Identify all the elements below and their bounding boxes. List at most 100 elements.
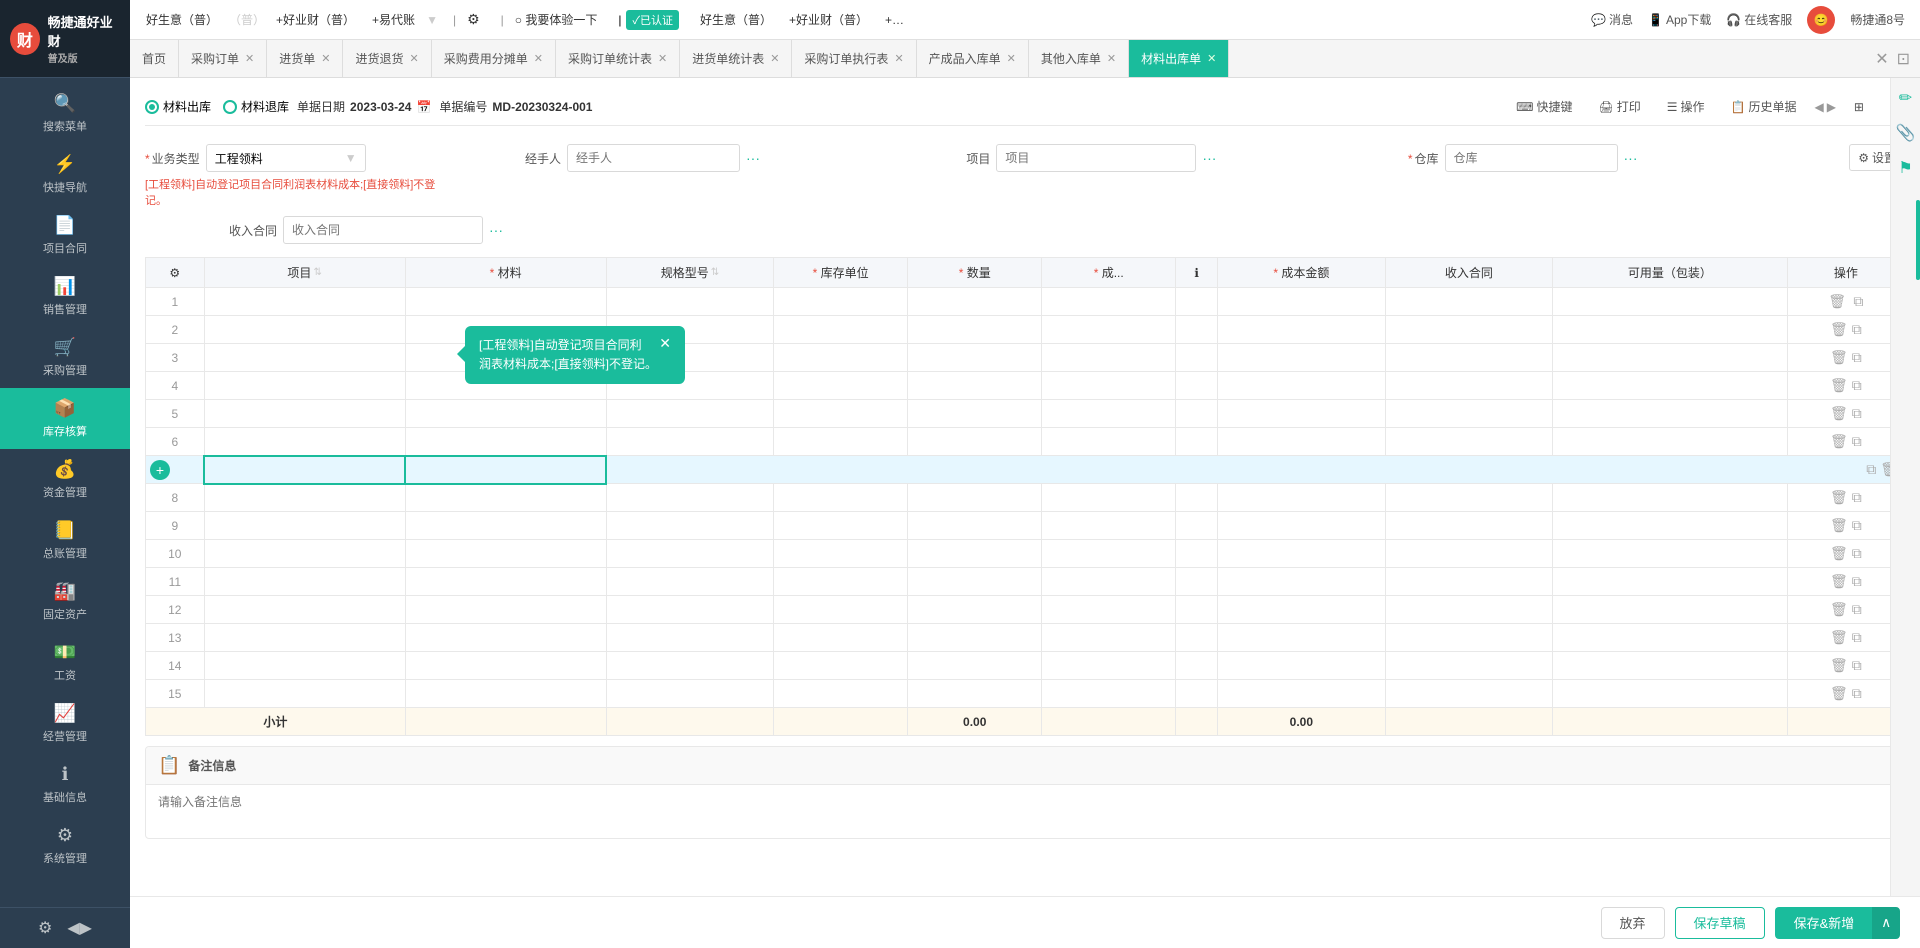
tab-purchase-exec[interactable]: 采购订单执行表✕ (792, 40, 916, 78)
sidebar-item-assets[interactable]: 🏭 固定资产 (0, 571, 130, 632)
delete-row-icon[interactable]: 🗑 (1828, 319, 1850, 339)
sidebar-item-project[interactable]: 📄 项目合同 (0, 205, 130, 266)
discard-button[interactable]: 放弃 (1601, 907, 1665, 939)
td-stock-unit[interactable] (774, 372, 908, 400)
td-income-contract[interactable] (1385, 316, 1553, 344)
td-stock-unit[interactable] (774, 316, 908, 344)
tab-purchase-cost[interactable]: 采购费用分摊单✕ (432, 40, 556, 78)
income-contract-input[interactable] (283, 216, 483, 244)
td-cost[interactable] (1042, 372, 1176, 400)
td-cost[interactable] (1042, 484, 1176, 512)
copy-row-icon[interactable]: ⧉ (1850, 347, 1864, 367)
td-income-contract[interactable] (1385, 372, 1553, 400)
sidebar-item-salary[interactable]: 💵 工资 (0, 632, 130, 693)
td-income-contract[interactable] (1385, 624, 1553, 652)
td-income-contract[interactable] (1385, 512, 1553, 540)
td-material[interactable] (405, 428, 606, 456)
next-icon[interactable]: ▶ (1827, 100, 1836, 114)
tab-close-all-icon[interactable]: ✕ (1875, 49, 1888, 69)
td-cost[interactable] (1042, 624, 1176, 652)
td-qty[interactable] (908, 624, 1042, 652)
td-project[interactable] (204, 652, 405, 680)
new-row-material[interactable] (405, 456, 606, 484)
sidebar-item-purchase[interactable]: 🛒 采购管理 (0, 327, 130, 388)
settings-button[interactable]: ⚙ (38, 918, 52, 938)
handler-lookup-icon[interactable]: ··· (746, 150, 760, 166)
print-button[interactable]: 🖨 打印 (1590, 94, 1648, 119)
copy-row-icon[interactable]: ⧉ (1851, 291, 1865, 311)
handler-input[interactable] (567, 144, 740, 172)
sidebar-item-search[interactable]: 🔍 搜索菜单 (0, 83, 130, 144)
td-cost-amount[interactable] (1218, 596, 1386, 624)
tab-close-icon[interactable]: ✕ (1107, 52, 1116, 65)
tooltip-close-button[interactable]: ✕ (659, 336, 671, 350)
sidebar-item-quick[interactable]: ⚡ 快捷导航 (0, 144, 130, 205)
td-stock-unit[interactable] (774, 568, 908, 596)
td-stock-unit[interactable] (774, 288, 908, 316)
copy-row-icon[interactable]: ⧉ (1850, 543, 1864, 563)
nav-experience[interactable]: ○ 我要体验一下 (509, 8, 604, 31)
td-qty[interactable] (908, 680, 1042, 708)
td-stock-unit[interactable] (774, 624, 908, 652)
message-button[interactable]: 💬 消息 (1591, 11, 1633, 28)
td-cost[interactable] (1042, 344, 1176, 372)
sidebar-item-finance[interactable]: 💰 资金管理 (0, 449, 130, 510)
td-cost-amount[interactable] (1218, 624, 1386, 652)
td-project[interactable] (204, 344, 405, 372)
td-project[interactable] (204, 512, 405, 540)
td-material[interactable] (405, 400, 606, 428)
td-cost-amount[interactable] (1218, 428, 1386, 456)
th-cost[interactable]: * 成... (1042, 258, 1176, 288)
td-project[interactable] (204, 568, 405, 596)
td-cost[interactable] (1042, 428, 1176, 456)
td-stock-unit[interactable] (774, 512, 908, 540)
tab-other-inbound[interactable]: 其他入库单✕ (1029, 40, 1129, 78)
online-service-button[interactable]: 🎧 在线客服 (1726, 11, 1792, 28)
td-cost-amount[interactable] (1218, 288, 1386, 316)
td-income-contract[interactable] (1385, 428, 1553, 456)
td-cost[interactable] (1042, 652, 1176, 680)
collapse-button[interactable]: ◀▶ (67, 918, 92, 938)
save-new-button[interactable]: 保存&新增 (1775, 907, 1873, 939)
delete-row-icon[interactable]: 🗑 (1828, 515, 1850, 535)
delete-row-icon[interactable]: 🗑 (1828, 487, 1850, 507)
save-draft-button[interactable]: 保存草稿 (1675, 907, 1765, 939)
td-qty[interactable] (908, 428, 1042, 456)
td-cost[interactable] (1042, 540, 1176, 568)
date-value[interactable]: 2023-03-24 (350, 100, 411, 114)
copy-row-icon[interactable]: ⧉ (1850, 683, 1864, 703)
td-material[interactable] (405, 596, 606, 624)
radio-material-outbound[interactable]: 材料出库 (145, 98, 211, 115)
td-material[interactable] (405, 680, 606, 708)
tab-expand-icon[interactable]: ⊡ (1897, 49, 1910, 69)
th-project[interactable]: 项目 ⇅ (204, 258, 405, 288)
app-download-button[interactable]: 📱 App下载 (1648, 11, 1711, 28)
td-cost-amount[interactable] (1218, 652, 1386, 680)
tab-inbound-return[interactable]: 进货退货✕ (343, 40, 431, 78)
td-material[interactable] (405, 484, 606, 512)
td-qty[interactable] (908, 512, 1042, 540)
td-spec[interactable] (606, 624, 774, 652)
operations-button[interactable]: ☰ 操作 (1659, 94, 1713, 119)
delete-row-icon[interactable]: 🗑 (1828, 543, 1850, 563)
td-income-contract[interactable] (1385, 540, 1553, 568)
history-docs-button[interactable]: 📋 历史单据 (1722, 94, 1804, 119)
th-material[interactable]: * 材料 (405, 258, 606, 288)
notes-input[interactable] (146, 785, 1904, 835)
td-qty[interactable] (908, 596, 1042, 624)
td-spec[interactable] (606, 568, 774, 596)
td-stock-unit[interactable] (774, 344, 908, 372)
calendar-icon[interactable]: 📅 (416, 100, 431, 114)
td-project[interactable] (204, 680, 405, 708)
td-project[interactable] (204, 428, 405, 456)
sidebar-item-ledger[interactable]: 📒 总账管理 (0, 510, 130, 571)
td-material[interactable] (405, 512, 606, 540)
td-income-contract[interactable] (1385, 288, 1553, 316)
copy-row-icon[interactable]: ⧉ (1850, 515, 1864, 535)
td-stock-unit[interactable] (774, 540, 908, 568)
td-project[interactable] (204, 316, 405, 344)
business-type-select[interactable]: 工程领料 ▼ (206, 144, 366, 172)
td-project[interactable] (204, 400, 405, 428)
tab-inbound-stat[interactable]: 进货单统计表✕ (680, 40, 792, 78)
td-project[interactable] (204, 624, 405, 652)
